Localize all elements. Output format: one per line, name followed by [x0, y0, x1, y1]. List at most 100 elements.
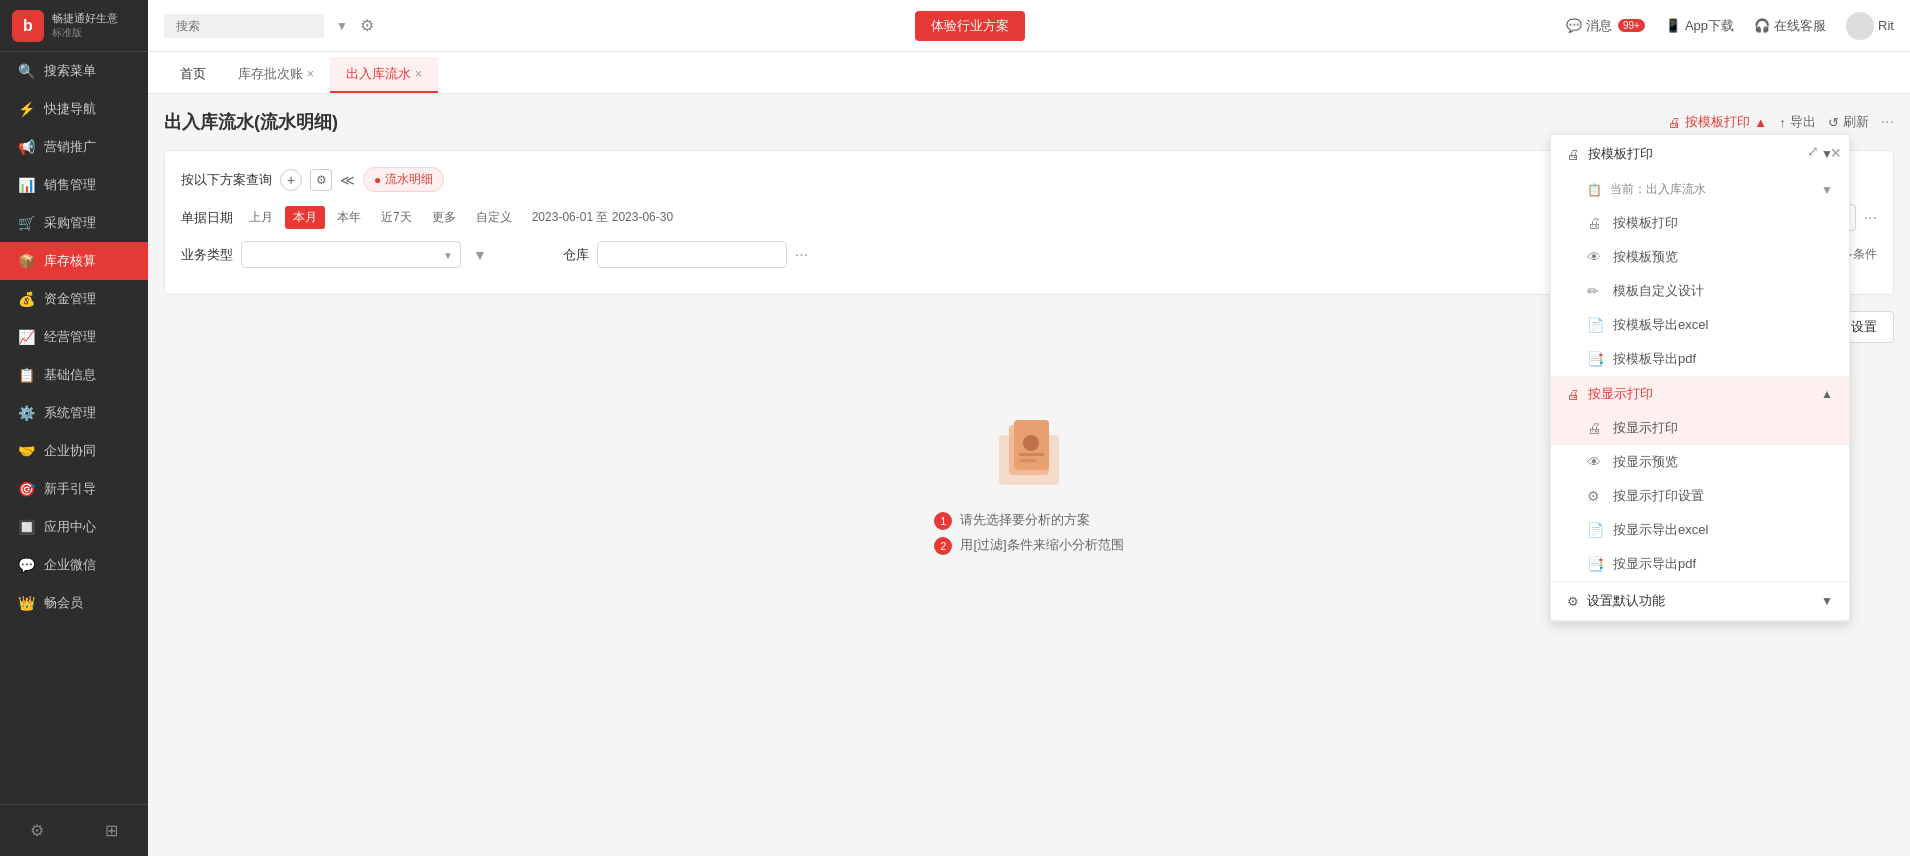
current-template-label[interactable]: 📋 当前：出入库流水 ▼	[1551, 173, 1849, 206]
close-dropdown-button[interactable]: ×	[1830, 143, 1841, 164]
dropdown-item-display-pdf[interactable]: 📑 按显示导出pdf	[1551, 547, 1849, 581]
sidebar-item-wechat[interactable]: 💬 企业微信	[0, 546, 148, 584]
export-button[interactable]: ↑ 导出	[1779, 113, 1816, 131]
appcenter-icon: 🔲	[16, 519, 36, 535]
dropdown-item-template-excel[interactable]: 📄 按模板导出excel	[1551, 308, 1849, 342]
svg-rect-5	[1019, 459, 1037, 462]
tab-home[interactable]: 首页	[164, 57, 222, 93]
dropdown-template-print-header[interactable]: 🖨 按模板打印 ▼	[1551, 135, 1849, 173]
default-icon: ⚙	[1567, 594, 1579, 609]
tab-batch-close[interactable]: ×	[307, 67, 314, 81]
sidebar-item-appcenter[interactable]: 🔲 应用中心	[0, 508, 148, 546]
tab-batch-label: 库存批次账	[238, 65, 303, 83]
sidebar-item-label: 企业微信	[44, 556, 96, 574]
sidebar-item-operations[interactable]: 📈 经营管理	[0, 318, 148, 356]
maximize-button[interactable]: ⤢	[1807, 143, 1819, 159]
current-icon: 📋	[1587, 183, 1602, 197]
date-opt-thismonth[interactable]: 本月	[285, 206, 325, 229]
empty-step-1: 1 请先选择要分析的方案	[934, 511, 1123, 530]
refresh-label: 刷新	[1843, 113, 1869, 131]
app-download-label: App下载	[1685, 17, 1734, 35]
excel-item-icon: 📄	[1587, 317, 1603, 333]
app-download-button[interactable]: 📱 App下载	[1665, 17, 1734, 35]
svg-rect-4	[1019, 453, 1044, 456]
header-gear-icon[interactable]: ⚙	[360, 16, 374, 35]
refresh-button[interactable]: ↺ 刷新	[1828, 113, 1869, 131]
dropdown-item-display-excel[interactable]: 📄 按显示导出excel	[1551, 513, 1849, 547]
dropdown-item-display-preview[interactable]: 👁 按显示预览	[1551, 445, 1849, 479]
filter-add-button[interactable]: +	[280, 169, 302, 191]
dropdown-item-template-pdf[interactable]: 📑 按模板导出pdf	[1551, 342, 1849, 376]
warehouse-input[interactable]	[597, 241, 787, 268]
sidebar-item-guide[interactable]: 🎯 新手引导	[0, 470, 148, 508]
dropdown-item-display-print[interactable]: 🖨 按显示打印	[1551, 411, 1849, 445]
export-icon: ↑	[1779, 115, 1786, 130]
dropdown-item-template-design[interactable]: ✏ 模板自定义设计	[1551, 274, 1849, 308]
filter-collapse-button[interactable]: ≪	[340, 172, 355, 188]
header-search-input[interactable]	[164, 14, 324, 38]
inventory-icon: 📦	[16, 253, 36, 269]
wechat-icon: 💬	[16, 557, 36, 573]
biztype-select[interactable]	[241, 241, 461, 268]
doctype-more-icon[interactable]: ···	[1864, 209, 1877, 227]
date-opt-thisyear[interactable]: 本年	[329, 206, 369, 229]
dropdown-item-display-settings-label: 按显示打印设置	[1613, 487, 1704, 505]
customer-service-button[interactable]: 🎧 在线客服	[1754, 17, 1826, 35]
tab-batch[interactable]: 库存批次账 ×	[222, 57, 330, 93]
system-icon: ⚙️	[16, 405, 36, 421]
dropdown-item-template-print[interactable]: 🖨 按模板打印	[1551, 206, 1849, 240]
template-print-button[interactable]: 🖨 按模板打印 ▲	[1668, 113, 1767, 131]
tab-flow-close[interactable]: ×	[415, 67, 422, 81]
date-opt-lastmonth[interactable]: 上月	[241, 206, 281, 229]
sidebar-item-label: 畅会员	[44, 594, 83, 612]
filter-label: 按以下方案查询	[181, 171, 272, 189]
more-actions-icon[interactable]: ···	[1881, 113, 1894, 131]
sidebar-item-system[interactable]: ⚙️ 系统管理	[0, 394, 148, 432]
sidebar-item-basic[interactable]: 📋 基础信息	[0, 356, 148, 394]
user-menu[interactable]: Rit	[1846, 12, 1894, 40]
finance-icon: 💰	[16, 291, 36, 307]
sidebar-item-label: 采购管理	[44, 214, 96, 232]
dropdown-item-display-preview-label: 按显示预览	[1613, 453, 1678, 471]
dropdown-item-display-settings[interactable]: ⚙ 按显示打印设置	[1551, 479, 1849, 513]
tab-home-label: 首页	[180, 65, 206, 83]
date-opt-7days[interactable]: 近7天	[373, 206, 420, 229]
display-excel-icon: 📄	[1587, 522, 1603, 538]
dropdown-default-header-inner: ⚙ 设置默认功能	[1567, 592, 1665, 610]
empty-step-2: 2 用[过滤]条件来缩小分析范围	[934, 536, 1123, 555]
sidebar-item-quicknav[interactable]: ⚡ 快捷导航	[0, 90, 148, 128]
sales-icon: 📊	[16, 177, 36, 193]
date-opt-custom[interactable]: 自定义	[468, 206, 520, 229]
message-button[interactable]: 💬 消息 99+	[1566, 17, 1645, 35]
dropdown-default-section: ⚙ 设置默认功能 ▼	[1551, 582, 1849, 621]
sidebar-item-marketing[interactable]: 📢 营销推广	[0, 128, 148, 166]
logo-text-group: 畅捷通好生意 标准版	[52, 11, 118, 40]
sidebar-item-purchase[interactable]: 🛒 采购管理	[0, 204, 148, 242]
header-dropdown-icon: ▼	[336, 19, 348, 33]
sidebar-item-enterprise[interactable]: 🤝 企业协同	[0, 432, 148, 470]
expand-bottom-icon[interactable]: ⊞	[99, 815, 124, 846]
filter-tag-icon: ●	[374, 173, 381, 187]
sidebar-item-membership[interactable]: 👑 畅会员	[0, 584, 148, 622]
dropdown-default-header[interactable]: ⚙ 设置默认功能 ▼	[1551, 582, 1849, 620]
settings-bottom-icon[interactable]: ⚙	[24, 815, 50, 846]
biztype-dropdown-icon[interactable]: ▼	[473, 247, 487, 263]
sidebar-item-search[interactable]: 🔍 搜索菜单	[0, 52, 148, 90]
filter-settings-button[interactable]: ⚙	[310, 169, 332, 191]
warehouse-more-icon[interactable]: ···	[795, 246, 808, 264]
date-field: 单据日期 上月 本月 本年 近7天 更多 自定义 2023-06-01 至 20…	[181, 206, 673, 229]
dropdown-panel: ⤢ × 🖨 按模板打印 ▼ 📋 当前：出入库流水 ▼ 🖨	[1550, 134, 1850, 622]
message-badge: 99+	[1618, 19, 1645, 32]
export-label: 导出	[1790, 113, 1816, 131]
dropdown-item-display-pdf-label: 按显示导出pdf	[1613, 555, 1696, 573]
date-opt-more[interactable]: 更多	[424, 206, 464, 229]
logo-icon: b	[12, 10, 44, 42]
dropdown-display-print-header[interactable]: 🖨 按显示打印 ▲	[1551, 377, 1849, 411]
sidebar-item-sales[interactable]: 📊 销售管理	[0, 166, 148, 204]
trial-button[interactable]: 体验行业方案	[915, 11, 1025, 41]
sidebar-item-inventory[interactable]: 📦 库存核算	[0, 242, 148, 280]
dropdown-item-template-preview[interactable]: 👁 按模板预览	[1551, 240, 1849, 274]
sidebar-item-finance[interactable]: 💰 资金管理	[0, 280, 148, 318]
tab-flow[interactable]: 出入库流水 ×	[330, 57, 438, 93]
headset-icon: 🎧	[1754, 18, 1770, 33]
